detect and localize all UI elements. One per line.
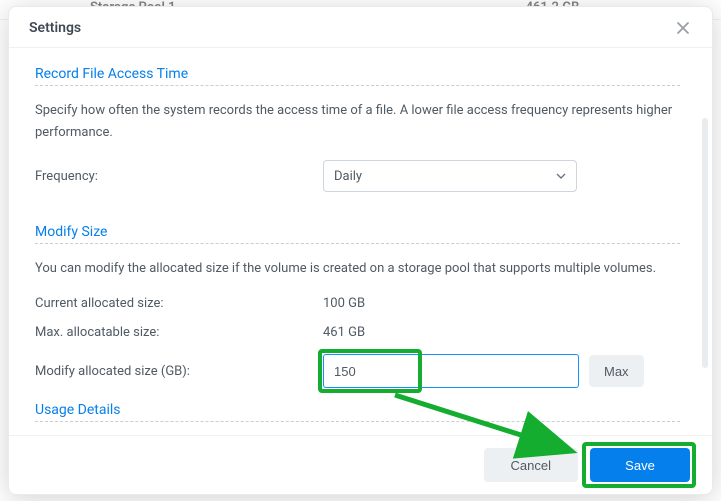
frequency-row: Frequency: Daily [35, 160, 680, 192]
frequency-select[interactable]: Daily [323, 160, 577, 192]
modify-description: You can modify the allocated size if the… [35, 258, 680, 280]
modal-title: Settings [29, 20, 81, 36]
modify-size-row: Modify allocated size (GB): Max [35, 354, 680, 388]
max-size-label: Max. allocatable size: [35, 325, 323, 340]
section-title-modify-size: Modify Size [35, 224, 680, 244]
modify-size-input[interactable] [323, 354, 579, 388]
save-button[interactable]: Save [590, 448, 690, 482]
current-size-label: Current allocated size: [35, 296, 323, 311]
modal-body: Record File Access Time Specify how ofte… [9, 48, 712, 435]
record-description: Specify how often the system records the… [35, 100, 680, 144]
modal-footer: Cancel Save [9, 435, 712, 494]
cancel-button[interactable]: Cancel [484, 448, 578, 482]
section-title-record-file-access-time: Record File Access Time [35, 66, 680, 86]
scrollbar[interactable] [702, 118, 708, 368]
max-size-row: Max. allocatable size: 461 GB [35, 325, 680, 340]
modify-size-label: Modify allocated size (GB): [35, 364, 323, 379]
close-icon [676, 21, 690, 35]
modal-header: Settings [9, 7, 712, 48]
chevron-down-icon [556, 173, 566, 179]
max-size-value: 461 GB [323, 325, 365, 340]
section-title-usage-details: Usage Details [35, 402, 680, 422]
current-size-row: Current allocated size: 100 GB [35, 296, 680, 311]
frequency-value: Daily [334, 169, 362, 184]
current-size-value: 100 GB [323, 296, 365, 311]
frequency-label: Frequency: [35, 169, 323, 184]
max-button[interactable]: Max [589, 355, 644, 387]
settings-modal: Settings Record File Access Time Specify… [8, 6, 713, 495]
close-button[interactable] [674, 19, 692, 37]
